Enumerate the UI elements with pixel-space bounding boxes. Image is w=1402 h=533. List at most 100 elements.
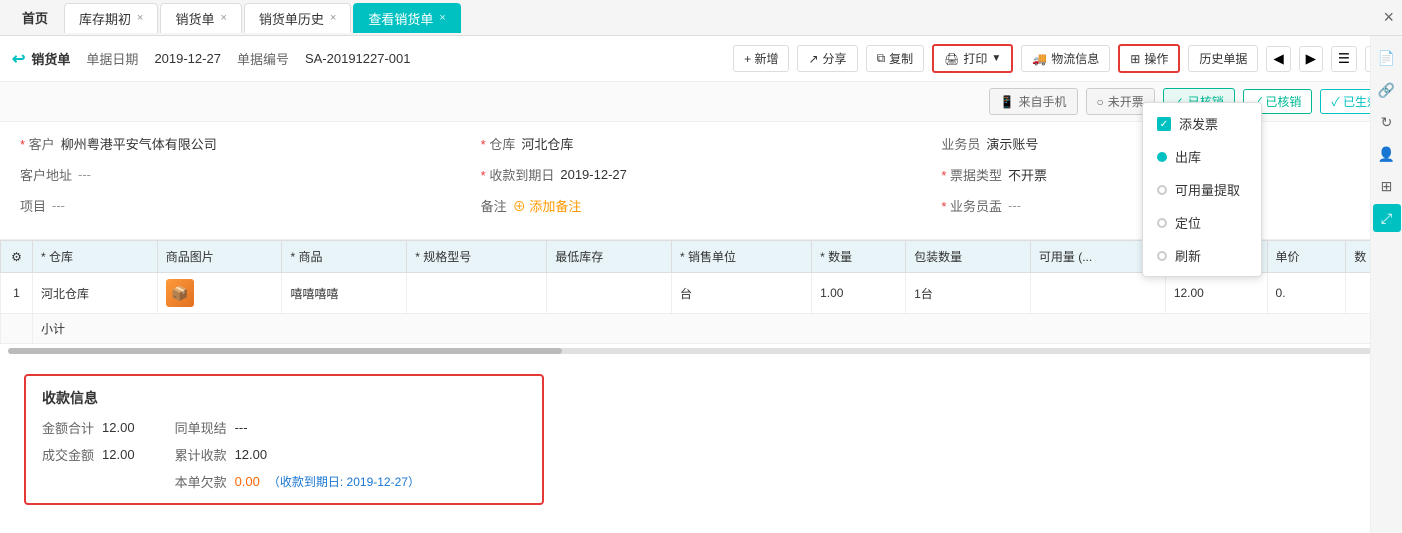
radio-out-stock[interactable]	[1157, 152, 1167, 162]
salesperson-value: 演示账号	[986, 134, 1038, 153]
table-scrollbar[interactable]	[8, 348, 1394, 354]
subtotal-cell	[1, 314, 33, 344]
tab-history-close[interactable]: ×	[330, 12, 336, 24]
remark-field: 备注 ⊕ 添加备注	[481, 196, 922, 215]
tab-sales-history[interactable]: 销货单历史 ×	[244, 3, 351, 33]
tab-home-label: 首页	[22, 8, 48, 27]
cumulative-value: 12.00	[235, 447, 268, 462]
dropdown-refresh[interactable]: 刷新	[1143, 239, 1261, 272]
row-pack-qty: 1台	[906, 273, 1031, 314]
operate-label: 操作	[1144, 50, 1168, 67]
th-unit: * 销售单位	[672, 241, 812, 273]
number-label: 单据编号	[237, 49, 289, 68]
remark-label: 备注	[481, 196, 507, 215]
operate-button[interactable]: ⊞ 操作	[1118, 44, 1180, 73]
tab-bar: 首页 库存期初 × 销货单 × 销货单历史 × 查看销货单 × ×	[0, 0, 1402, 36]
dropdown-add-invoice[interactable]: ✓ 添发票	[1143, 107, 1261, 140]
radio-location[interactable]	[1157, 218, 1167, 228]
dropdown-out-stock[interactable]: 出库	[1143, 140, 1261, 173]
due-row: 本单欠款 0.00 （收款到期日: 2019-12-27）	[175, 472, 420, 491]
number-value: SA-20191227-001	[305, 51, 411, 66]
logistics-button[interactable]: 🚚 物流信息	[1021, 45, 1110, 72]
sidebar-doc-icon[interactable]: 📄	[1373, 44, 1401, 72]
payment-rows: 金额合计 12.00 成交金额 12.00 同单现结 --- 累计收款	[42, 418, 526, 491]
total-value: 12.00	[102, 420, 135, 435]
doc-header: ↩ 销货单 单据日期 2019-12-27 单据编号 SA-20191227-0…	[0, 36, 1402, 82]
checkbox-add-invoice[interactable]: ✓	[1157, 117, 1171, 131]
tab-sales-order[interactable]: 销货单 ×	[160, 3, 241, 33]
tab-inventory-init[interactable]: 库存期初 ×	[64, 3, 158, 33]
due-note: （收款到期日: 2019-12-27）	[268, 473, 420, 490]
dropdown-available[interactable]: 可用量提取	[1143, 173, 1261, 206]
doc-title-section: ↩ 销货单	[12, 49, 70, 69]
new-button[interactable]: + 新增	[733, 45, 789, 72]
add-remark-button[interactable]: ⊕ 添加备注	[513, 196, 582, 215]
deal-label: 成交金额	[42, 445, 94, 464]
row-image: 📦	[157, 273, 282, 314]
radio-available[interactable]	[1157, 185, 1167, 195]
operate-icon: ⊞	[1130, 52, 1140, 66]
th-pack-qty: 包装数量	[906, 241, 1031, 273]
project-label: 项目	[20, 196, 46, 215]
sidebar-rotate-icon[interactable]: ↻	[1373, 108, 1401, 136]
th-image: 商品图片	[157, 241, 282, 273]
customer-value: 柳州粤港平安气体有限公司	[61, 134, 217, 153]
th-settings[interactable]: ⚙	[1, 241, 33, 273]
subtotal-row: 小计	[1, 314, 1402, 344]
tab-inventory-close[interactable]: ×	[137, 12, 143, 24]
tab-sales-close[interactable]: ×	[220, 12, 226, 24]
same-order-value: ---	[235, 420, 248, 435]
tab-view-sales[interactable]: 查看销货单 ×	[353, 3, 460, 33]
from-phone-button[interactable]: 📱 来自手机	[989, 88, 1078, 115]
add-remark-label: 添加备注	[529, 199, 581, 214]
right-sidebar: 📄 🔗 ↻ 👤 ⊞ ⤢	[1370, 36, 1402, 533]
table-row: 1 河北仓库 📦 嘻嘻嘻嘻 台 1.00 1台 12.00 0.	[1, 273, 1402, 314]
project-value: ---	[52, 198, 65, 213]
payment-col-right: 同单现结 --- 累计收款 12.00 本单欠款 0.00 （收款到期日: 20…	[175, 418, 420, 491]
same-order-label: 同单现结	[175, 418, 227, 437]
copy-button[interactable]: ⧉ 复制	[866, 45, 925, 72]
list-view-button[interactable]: ☰	[1331, 46, 1357, 72]
product-image: 📦	[166, 279, 194, 307]
copy-label: 复制	[889, 50, 913, 67]
cumulative-row: 累计收款 12.00	[175, 445, 420, 464]
sidebar-user-icon[interactable]: 👤	[1373, 140, 1401, 168]
main-content: ↩ 销货单 单据日期 2019-12-27 单据编号 SA-20191227-0…	[0, 36, 1402, 533]
date-value: 2019-12-27	[154, 51, 221, 66]
share-button[interactable]: ↗ 分享	[797, 45, 857, 72]
sidebar-link-icon[interactable]: 🔗	[1373, 76, 1401, 104]
tab-home[interactable]: 首页	[8, 3, 62, 33]
warehouse-value: 河北仓库	[521, 134, 573, 153]
sidebar-grid-icon[interactable]: ⊞	[1373, 172, 1401, 200]
refresh-label: 刷新	[1175, 246, 1201, 265]
payment-title: 收款信息	[42, 388, 526, 408]
doc-title-icon: ↩	[12, 49, 25, 69]
th-min-stock: 最低库存	[547, 241, 672, 273]
window-close-button[interactable]: ×	[1383, 7, 1394, 28]
table-scroll-thumb	[8, 348, 562, 354]
dropdown-location[interactable]: 定位	[1143, 206, 1261, 239]
share-label: 分享	[823, 50, 847, 67]
tab-sales-label: 销货单	[175, 9, 214, 28]
history-button[interactable]: 历史单据	[1188, 45, 1258, 72]
customer-field: 客户 柳州粤港平安气体有限公司	[20, 134, 461, 153]
payment-date-value: 2019-12-27	[560, 167, 627, 182]
sidebar-expand-icon[interactable]: ⤢	[1373, 204, 1401, 232]
salesperson2-label: 业务员盂	[941, 196, 1002, 215]
doc-title-text: 销货单	[31, 49, 70, 68]
payment-total-row: 金额合计 12.00	[42, 418, 135, 437]
payment-date-label: 收款到期日	[481, 165, 555, 184]
print-button[interactable]: 🖨 打印 ▼	[932, 44, 1013, 73]
th-spec: * 规格型号	[407, 241, 547, 273]
radio-refresh[interactable]	[1157, 251, 1167, 261]
prev-button[interactable]: ◀	[1266, 46, 1290, 72]
next-button[interactable]: ▶	[1299, 46, 1323, 72]
available-label: 可用量提取	[1175, 180, 1240, 199]
payment-box: 收款信息 金额合计 12.00 成交金额 12.00 同单现结 ---	[24, 374, 544, 505]
address-value: ---	[78, 167, 91, 182]
phone-icon: 📱	[1000, 95, 1015, 109]
project-field: 项目 ---	[20, 196, 461, 215]
doc-actions: + 新增 ↗ 分享 ⧉ 复制 🖨 打印 ▼ 🚚 物流信息 ⊞ 操作	[733, 44, 1390, 73]
tab-view-close[interactable]: ×	[439, 12, 445, 24]
print-dropdown-icon: ▼	[991, 53, 1001, 64]
